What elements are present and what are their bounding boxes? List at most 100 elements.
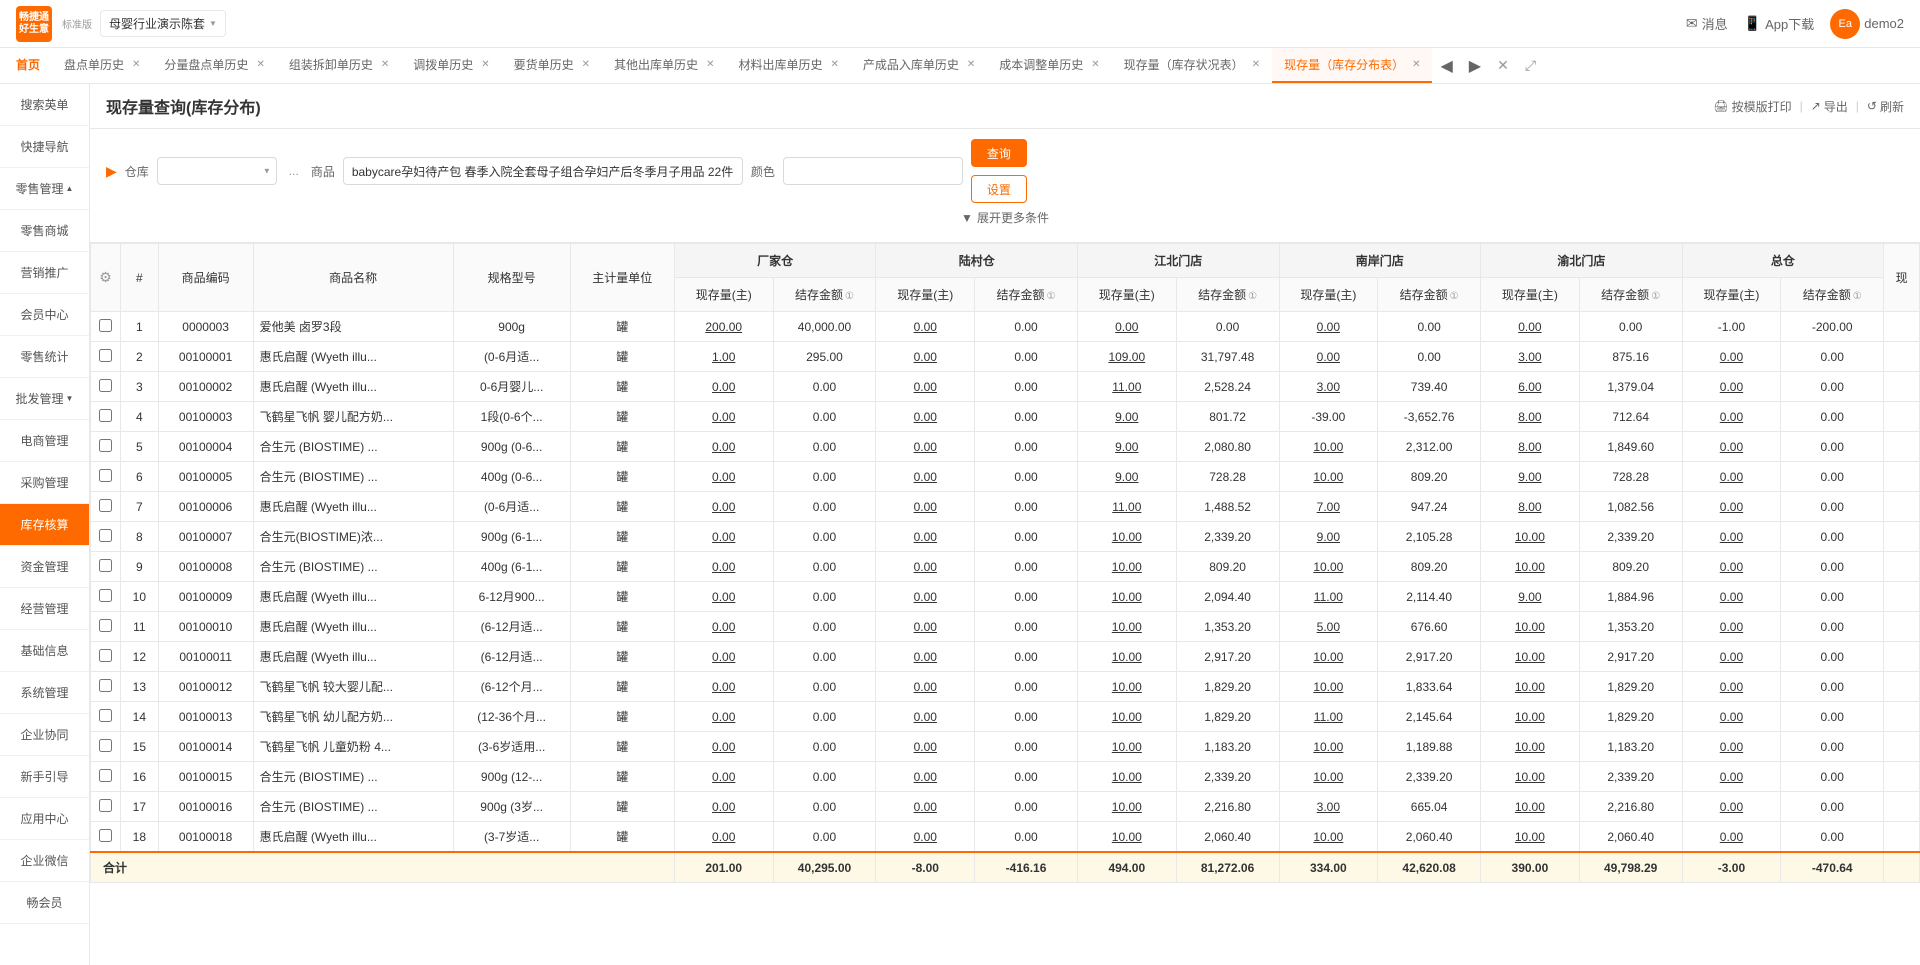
row-w5-qty[interactable]: 10.00 (1481, 672, 1580, 702)
row-w3-qty[interactable]: 10.00 (1077, 582, 1176, 612)
tab-requisition[interactable]: 要货单历史 ✕ (502, 48, 602, 83)
company-selector[interactable]: 母婴行业演示陈套 ▼ (100, 10, 226, 37)
row-w4-qty[interactable]: 10.00 (1279, 762, 1378, 792)
row-w1-qty[interactable]: 1.00 (674, 342, 773, 372)
export-btn[interactable]: ↗ 导出 (1811, 98, 1848, 115)
row-w1-qty[interactable]: 0.00 (674, 792, 773, 822)
row-total-qty[interactable]: 0.00 (1682, 612, 1781, 642)
row-w5-qty[interactable]: 10.00 (1481, 762, 1580, 792)
row-w2-qty[interactable]: 0.00 (876, 552, 975, 582)
row-total-qty[interactable]: 0.00 (1682, 582, 1781, 612)
row-w1-qty[interactable]: 0.00 (674, 672, 773, 702)
product-input[interactable] (343, 157, 743, 185)
tab-maximize[interactable]: ⤢ (1517, 53, 1544, 78)
row-checkbox[interactable] (91, 372, 121, 402)
row-w2-qty[interactable]: 0.00 (876, 762, 975, 792)
row-checkbox[interactable] (91, 312, 121, 342)
user-area[interactable]: Ea demo2 (1830, 9, 1904, 39)
tab-stock-status-close[interactable]: ✕ (1252, 59, 1260, 70)
row-w2-qty[interactable]: 0.00 (876, 792, 975, 822)
row-w2-qty[interactable]: 0.00 (876, 432, 975, 462)
yubei-amt-info-icon[interactable]: ① (1651, 291, 1660, 302)
sidebar-item-app-center[interactable]: 应用中心 (0, 798, 89, 840)
row-w2-qty[interactable]: 0.00 (876, 612, 975, 642)
row-w1-qty[interactable]: 0.00 (674, 492, 773, 522)
tab-product-in[interactable]: 产成品入库单历史 ✕ (851, 48, 987, 83)
refresh-btn[interactable]: ↺ 刷新 (1867, 98, 1904, 115)
row-w3-qty[interactable]: 10.00 (1077, 642, 1176, 672)
tab-stock-dist[interactable]: 现存量（库存分布表） ✕ (1272, 48, 1432, 83)
row-w5-qty[interactable]: 10.00 (1481, 552, 1580, 582)
tab-assembly[interactable]: 组装拆卸单历史 ✕ (277, 48, 401, 83)
sidebar-item-purchase[interactable]: 采购管理 (0, 462, 89, 504)
row-w3-qty[interactable]: 10.00 (1077, 552, 1176, 582)
row-w4-qty[interactable]: 0.00 (1279, 342, 1378, 372)
sidebar-item-search[interactable]: 搜索英单 (0, 84, 89, 126)
row-w3-qty[interactable]: 109.00 (1077, 342, 1176, 372)
row-w5-qty[interactable]: 9.00 (1481, 462, 1580, 492)
row-w5-qty[interactable]: 10.00 (1481, 822, 1580, 853)
row-w2-qty[interactable]: 0.00 (876, 702, 975, 732)
row-checkbox[interactable] (91, 702, 121, 732)
tab-product-in-close[interactable]: ✕ (967, 59, 975, 70)
row-w2-qty[interactable]: 0.00 (876, 462, 975, 492)
row-w3-qty[interactable]: 10.00 (1077, 522, 1176, 552)
row-checkbox[interactable] (91, 462, 121, 492)
row-w1-qty[interactable]: 0.00 (674, 402, 773, 432)
tab-assembly-close[interactable]: ✕ (381, 59, 389, 70)
tab-nav-prev[interactable]: ◀ (1432, 52, 1460, 80)
row-w5-qty[interactable]: 8.00 (1481, 492, 1580, 522)
row-w1-qty[interactable]: 0.00 (674, 612, 773, 642)
row-w1-qty[interactable]: 0.00 (674, 582, 773, 612)
sidebar-item-wechat[interactable]: 企业微信 (0, 840, 89, 882)
row-total-qty[interactable]: 0.00 (1682, 522, 1781, 552)
row-w1-qty[interactable]: 0.00 (674, 762, 773, 792)
row-w4-qty[interactable]: 11.00 (1279, 582, 1378, 612)
tab-transfer-close[interactable]: ✕ (481, 59, 489, 70)
row-w3-qty[interactable]: 11.00 (1077, 492, 1176, 522)
row-w3-qty[interactable]: 9.00 (1077, 462, 1176, 492)
row-checkbox[interactable] (91, 762, 121, 792)
tab-stock-dist-close[interactable]: ✕ (1412, 59, 1420, 70)
sidebar-item-new-guide[interactable]: 新手引导 (0, 756, 89, 798)
row-w3-qty[interactable]: 10.00 (1077, 732, 1176, 762)
row-total-qty[interactable]: 0.00 (1682, 642, 1781, 672)
row-w3-qty[interactable]: 10.00 (1077, 822, 1176, 853)
tab-split-count[interactable]: 分量盘点单历史 ✕ (152, 48, 276, 83)
tab-other-out-close[interactable]: ✕ (706, 59, 714, 70)
row-w5-qty[interactable]: 10.00 (1481, 612, 1580, 642)
tab-material-out[interactable]: 材料出库单历史 ✕ (726, 48, 850, 83)
filter-expand-arrow[interactable]: ▶ (106, 163, 117, 180)
row-w3-qty[interactable]: 10.00 (1077, 792, 1176, 822)
row-w4-qty[interactable]: 10.00 (1279, 642, 1378, 672)
row-w4-qty[interactable]: 11.00 (1279, 702, 1378, 732)
row-w4-qty[interactable]: 0.00 (1279, 312, 1378, 342)
row-w5-qty[interactable]: 10.00 (1481, 792, 1580, 822)
row-w5-qty[interactable]: 8.00 (1481, 402, 1580, 432)
row-w4-qty[interactable]: 10.00 (1279, 822, 1378, 853)
row-total-qty[interactable]: 0.00 (1682, 822, 1781, 853)
row-total-qty[interactable]: 0.00 (1682, 702, 1781, 732)
row-w2-qty[interactable]: 0.00 (876, 342, 975, 372)
sidebar-item-stock[interactable]: 库存核算 (0, 504, 89, 546)
row-w3-qty[interactable]: 9.00 (1077, 402, 1176, 432)
tab-transfer[interactable]: 调拨单历史 ✕ (401, 48, 501, 83)
row-w2-qty[interactable]: 0.00 (876, 642, 975, 672)
sidebar-item-wholesale-mgmt[interactable]: 批发管理 ▼ (0, 378, 89, 420)
row-total-qty[interactable]: 0.00 (1682, 372, 1781, 402)
row-w1-qty[interactable]: 0.00 (674, 822, 773, 853)
row-total-qty[interactable]: 0.00 (1682, 672, 1781, 702)
row-w4-qty[interactable]: 10.00 (1279, 672, 1378, 702)
row-w4-qty[interactable]: 5.00 (1279, 612, 1378, 642)
row-total-qty[interactable]: 0.00 (1682, 762, 1781, 792)
row-w5-qty[interactable]: 10.00 (1481, 702, 1580, 732)
sidebar-item-retail-store[interactable]: 零售商城 (0, 210, 89, 252)
row-w1-qty[interactable]: 0.00 (674, 702, 773, 732)
row-w5-qty[interactable]: 10.00 (1481, 522, 1580, 552)
row-w1-qty[interactable]: 0.00 (674, 552, 773, 582)
row-w3-qty[interactable]: 10.00 (1077, 702, 1176, 732)
sidebar-item-member[interactable]: 会员中心 (0, 294, 89, 336)
row-w2-qty[interactable]: 0.00 (876, 402, 975, 432)
tab-inventory-count-close[interactable]: ✕ (132, 59, 140, 70)
row-checkbox[interactable] (91, 402, 121, 432)
